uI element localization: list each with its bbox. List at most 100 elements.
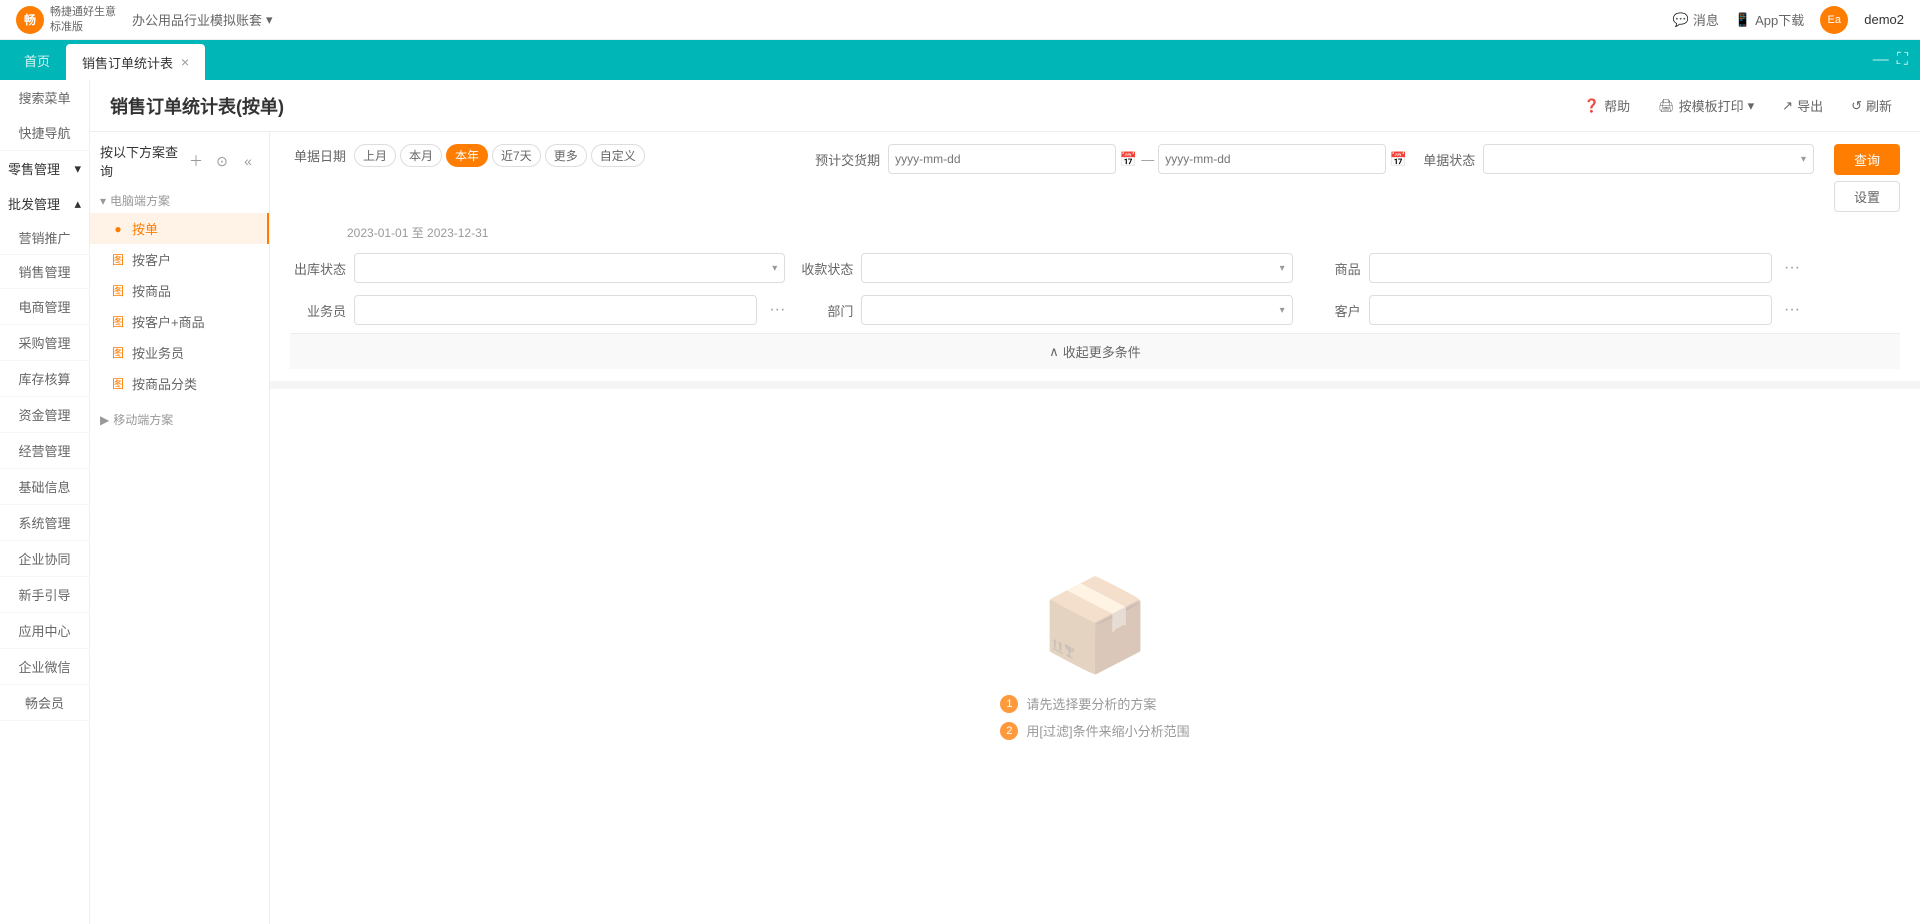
tab-sales-order-stat[interactable]: 销售订单统计表 × [66,44,205,80]
filter-cell-date: 单据日期 上月 本月 本年 近7天 更多 自定义 [290,144,803,167]
customer-label: 客户 [1305,301,1361,320]
settings-button[interactable]: 设置 [1834,181,1900,212]
tab-home[interactable]: 首页 [8,40,66,80]
calendar-end-icon[interactable]: 📅 [1390,151,1407,168]
filter-cell-out-status: 出库状态 ▾ [290,253,785,283]
chevron-down-icon: ▾ [100,194,106,208]
download-icon: 📱 [1735,12,1751,28]
date-tag-more[interactable]: 更多 [545,144,587,167]
print-chevron-icon: ▾ [1748,98,1755,114]
avatar[interactable]: Ea [1820,6,1848,34]
collapse-scheme-icon[interactable]: « [237,150,259,172]
chevron-right-icon: ▶ [100,413,109,427]
app-selector[interactable]: 办公用品行业模拟账套 ▾ [124,6,281,33]
expected-date-start-input[interactable] [888,144,1116,174]
scheme-item-by-goods[interactable]: 图 按商品 [90,275,269,306]
pc-group-header[interactable]: ▾ 电脑端方案 [90,188,269,213]
sidebar-item-app-center[interactable]: 应用中心 [0,613,89,649]
print-button[interactable]: 🖨 按模板打印 ▾ [1650,92,1762,119]
filter-cell-payment-status: 收款状态 ▾ [797,253,1292,283]
goods-more-icon[interactable]: ··· [1784,259,1800,277]
sidebar-item-finance[interactable]: 资金管理 [0,397,89,433]
right-content: 单据日期 上月 本月 本年 近7天 更多 自定义 [270,132,1920,924]
tip-num-2: 2 [1000,722,1018,740]
date-tag-row: 上月 本月 本年 近7天 更多 自定义 [354,144,645,167]
expected-date-end-input[interactable] [1158,144,1386,174]
customer-input[interactable] [1369,295,1772,325]
pc-scheme-group: ▾ 电脑端方案 ● 按单 图 按客户 图 按商品 [90,188,269,407]
sidebar-item-enterprise-wechat[interactable]: 企业微信 [0,649,89,685]
salesperson-more-icon[interactable]: ··· [769,301,785,319]
date-tag-this-month[interactable]: 本月 [400,144,442,167]
sidebar-item-operations[interactable]: 经营管理 [0,433,89,469]
maximize-icon[interactable]: ⛶ [1897,51,1908,69]
page-actions: ❓ 帮助 🖨 按模板打印 ▾ ↗ 导出 ↺ 刷新 [1576,92,1900,119]
filter-row-1: 单据日期 上月 本月 本年 近7天 更多 自定义 [290,144,1900,212]
scheme-icon: 图 [110,376,126,392]
date-tag-this-year[interactable]: 本年 [446,144,488,167]
sidebar-item-enterprise[interactable]: 企业协同 [0,541,89,577]
query-button[interactable]: 查询 [1834,144,1900,175]
minimize-icon[interactable]: — [1873,51,1889,69]
sidebar-item-new-user[interactable]: 新手引导 [0,577,89,613]
sidebar-item-quicknav[interactable]: 快捷导航 [0,115,89,151]
tab-bar-right: — ⛶ [1873,51,1920,69]
salesperson-input[interactable] [354,295,757,325]
department-select-wrapper: ▾ [861,295,1292,325]
filter-row-2: 出库状态 ▾ 收款状态 [290,253,1900,283]
refresh-icon: ↺ [1851,98,1862,114]
scheme-item-by-goods-category[interactable]: 图 按商品分类 [90,368,269,399]
empty-tip-1: 1 请先选择要分析的方案 [1000,694,1189,713]
add-scheme-icon[interactable]: ＋ [185,150,207,172]
tip-num-1: 1 [1000,695,1018,713]
export-button[interactable]: ↗ 导出 [1774,92,1831,119]
page-title-row: 销售订单统计表(按单) ❓ 帮助 🖨 按模板打印 ▾ ↗ 导出 [110,92,1900,119]
scheme-item-by-salesperson[interactable]: 图 按业务员 [90,337,269,368]
collapse-button[interactable]: ∧ 收起更多条件 [290,333,1900,369]
status-select[interactable] [1483,144,1814,174]
scheme-item-by-order[interactable]: ● 按单 [90,213,269,244]
scheme-icon: 图 [110,283,126,299]
empty-illustration: 📦 [1039,573,1151,678]
calendar-start-icon[interactable]: 📅 [1120,151,1137,168]
scheme-item-by-customer[interactable]: 图 按客户 [90,244,269,275]
department-select[interactable] [861,295,1292,325]
date-tag-custom[interactable]: 自定义 [591,144,645,167]
date-tag-7days[interactable]: 近7天 [492,144,541,167]
mobile-group-header[interactable]: ▶ 移动端方案 [90,407,269,432]
sidebar-item-system[interactable]: 系统管理 [0,505,89,541]
top-header: 畅 畅捷通好生意 标准版 办公用品行业模拟账套 ▾ 💬 消息 📱 App下载 E… [0,0,1920,40]
out-status-select-wrapper: ▾ [354,253,785,283]
user-name[interactable]: demo2 [1864,12,1904,27]
scheme-item-by-customer-goods[interactable]: 图 按客户+商品 [90,306,269,337]
payment-status-select[interactable] [861,253,1292,283]
customer-more-icon[interactable]: ··· [1784,301,1800,319]
date-tag-last-month[interactable]: 上月 [354,144,396,167]
app-download-button[interactable]: 📱 App下载 [1735,10,1804,29]
sidebar-item-marketing[interactable]: 营销推广 [0,221,89,255]
goods-input[interactable] [1369,253,1772,283]
message-button[interactable]: 💬 消息 [1673,10,1719,29]
scheme-icon: 图 [110,252,126,268]
sidebar-item-inventory[interactable]: 库存核算 [0,361,89,397]
filter-cell-salesperson: 业务员 ··· [290,295,785,325]
help-button[interactable]: ❓ 帮助 [1576,92,1638,119]
filter-cell-department: 部门 ▾ [797,295,1292,325]
header-left: 畅 畅捷通好生意 标准版 办公用品行业模拟账套 ▾ [16,5,281,34]
mobile-scheme-group: ▶ 移动端方案 [90,407,269,440]
sidebar-item-purchase[interactable]: 采购管理 [0,325,89,361]
sidebar-item-search[interactable]: 搜索菜单 [0,80,89,115]
logo-area: 畅 畅捷通好生意 标准版 [16,5,116,34]
sidebar-item-ecommerce[interactable]: 电商管理 [0,289,89,325]
edit-scheme-icon[interactable]: ⊙ [211,150,233,172]
sidebar-item-vip[interactable]: 畅会员 [0,685,89,721]
refresh-button[interactable]: ↺ 刷新 [1843,92,1900,119]
sidebar-item-wholesale[interactable]: 批发管理 ▴ [0,186,89,221]
sidebar-item-retail[interactable]: 零售管理 ▾ [0,151,89,186]
sidebar-item-basic-info[interactable]: 基础信息 [0,469,89,505]
scheme-icon: ● [110,221,126,237]
sidebar-item-sales-mgmt[interactable]: 销售管理 [0,255,89,289]
page-header: 销售订单统计表(按单) ❓ 帮助 🖨 按模板打印 ▾ ↗ 导出 [90,80,1920,132]
tab-close-icon[interactable]: × [181,54,189,70]
out-status-select[interactable] [354,253,785,283]
